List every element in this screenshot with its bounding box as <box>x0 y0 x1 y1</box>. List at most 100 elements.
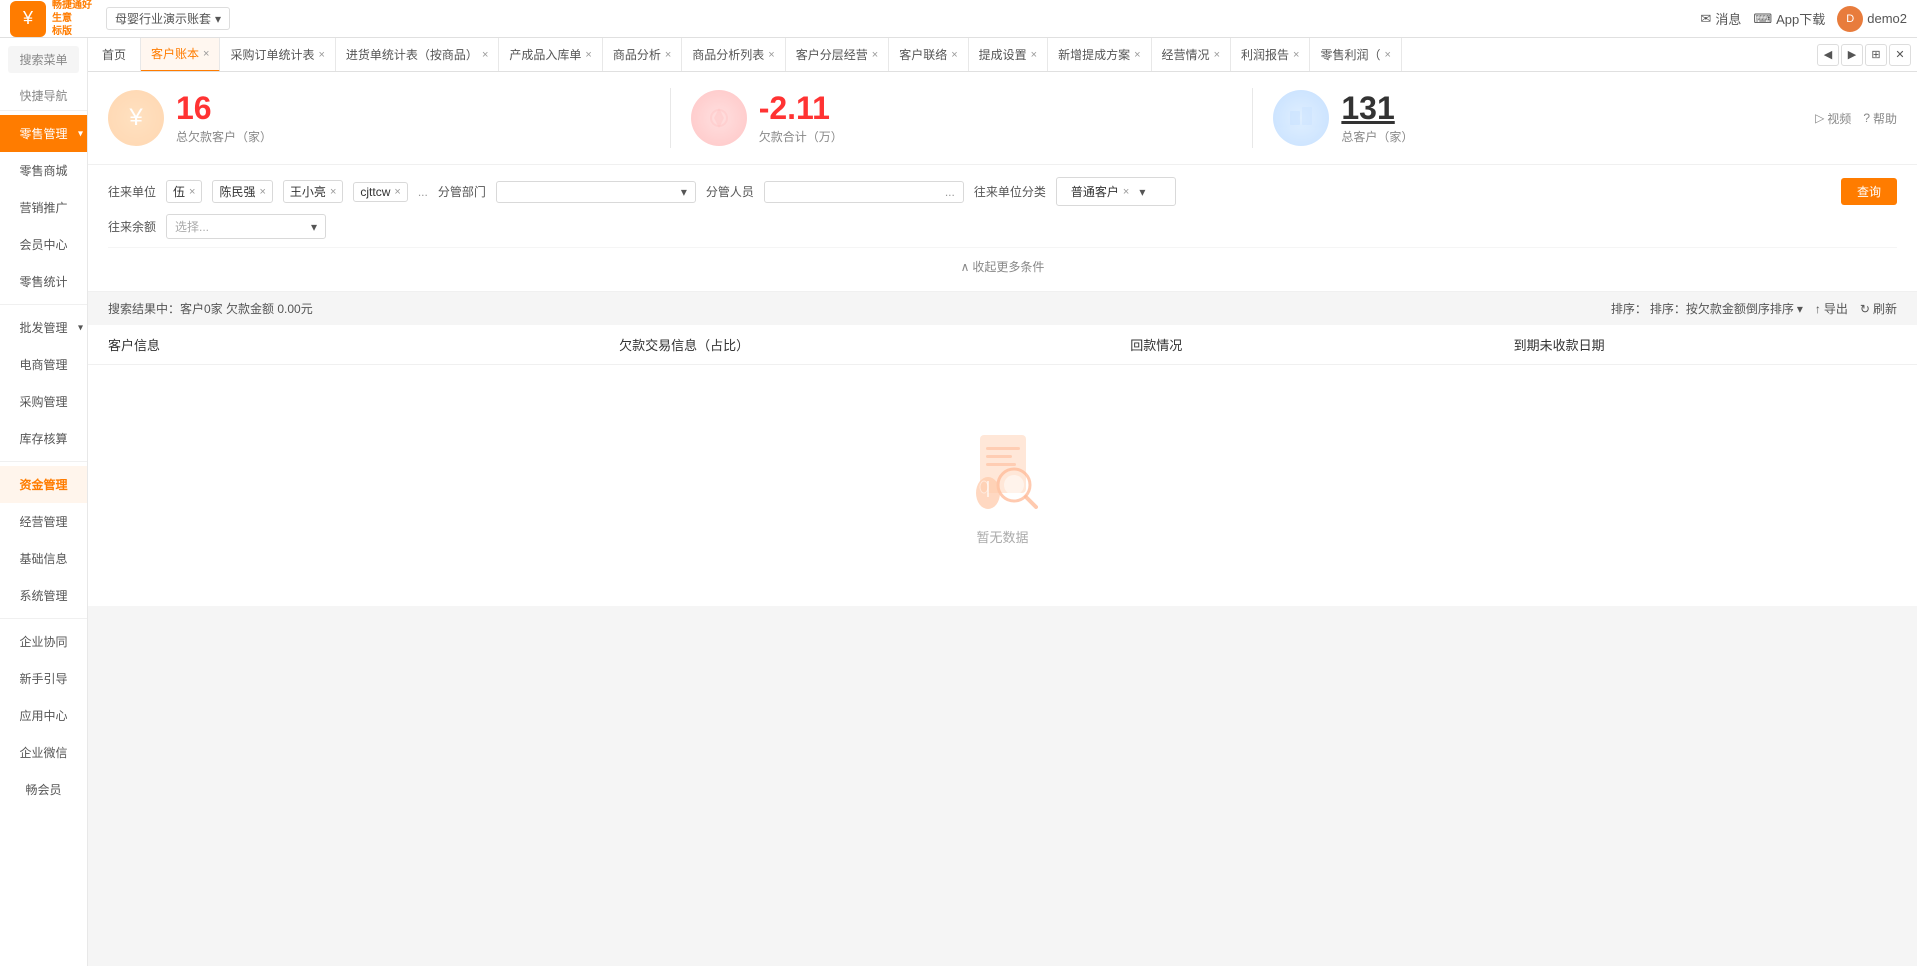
tab-close-product-inbound[interactable]: × <box>585 49 591 61</box>
tab-customer-contact[interactable]: 客户联络 × <box>889 38 968 72</box>
tab-close-product-analysis-list[interactable]: × <box>768 49 774 61</box>
tab-close-ops-situation[interactable]: × <box>1214 49 1220 61</box>
person-more-dots[interactable]: ... <box>945 185 955 199</box>
tab-home[interactable]: 首页 <box>88 38 141 72</box>
tab-scroll-left-button[interactable]: ◀ <box>1817 44 1839 66</box>
refresh-icon: ↻ <box>1860 302 1870 316</box>
sidebar-item-purchase[interactable]: 采购管理 <box>0 383 87 420</box>
tab-close-retail-profit[interactable]: × <box>1384 49 1390 61</box>
person-select[interactable]: ... <box>764 181 964 203</box>
sidebar-item-enterprise-collab[interactable]: 企业协同 <box>0 623 87 660</box>
tab-customer-segment[interactable]: 客户分层经营 × <box>786 38 889 72</box>
sidebar-item-enterprise-wechat[interactable]: 企业微信 <box>0 734 87 771</box>
help-button[interactable]: ? 帮助 <box>1863 110 1897 127</box>
unit-category-label: 往来单位分类 <box>974 183 1046 200</box>
dept-select-arrow: ▾ <box>681 185 687 199</box>
tab-close-all-button[interactable]: ✕ <box>1889 44 1911 66</box>
tab-product-inbound[interactable]: 产成品入库单 × <box>499 38 602 72</box>
message-label: 消息 <box>1715 9 1741 28</box>
unit-tag-chen: 陈民强 × <box>212 180 272 203</box>
logo-icon: ¥ <box>10 1 46 37</box>
collapse-up-icon: ∧ <box>961 260 970 274</box>
search-menu-button[interactable]: 搜索菜单 <box>8 46 79 73</box>
sidebar-item-retail-mall[interactable]: 零售商城 <box>0 152 87 189</box>
dept-select[interactable]: ▾ <box>496 181 696 203</box>
unit-tag-chen-close[interactable]: × <box>259 186 265 198</box>
sidebar-item-ecommerce[interactable]: 电商管理 <box>0 346 87 383</box>
tab-retail-profit[interactable]: 零售利润（ × <box>1310 38 1401 72</box>
message-button[interactable]: ✉ 消息 <box>1700 9 1741 28</box>
tab-improve-settings[interactable]: 提成设置 × <box>969 38 1048 72</box>
sidebar-item-member-center[interactable]: 会员中心 <box>0 226 87 263</box>
tab-product-analysis-list[interactable]: 商品分析列表 × <box>682 38 785 72</box>
quick-nav-button[interactable]: 快捷导航 <box>8 87 79 104</box>
tab-scroll-right-button[interactable]: ▶ <box>1841 44 1863 66</box>
sidebar-item-wholesale-mgmt[interactable]: 批发管理 ▾ <box>0 309 87 346</box>
top-bar: ¥ 畅捷通好生意 标版 母婴行业演示账套 ▾ ✉ 消息 ⌨ App下载 <box>0 0 1917 38</box>
sort-selector[interactable]: 排序： 排序：按欠款金额倒序排序 ▾ <box>1611 300 1803 317</box>
refresh-button[interactable]: ↻ 刷新 <box>1860 300 1897 317</box>
tab-close-customer-account[interactable]: × <box>203 48 209 60</box>
sidebar-item-retail-mgmt[interactable]: 零售管理 ▾ <box>0 115 87 152</box>
expand-arrow-icon: ▾ <box>78 128 83 139</box>
more-tags-button[interactable]: ... <box>418 185 428 199</box>
help-label: 帮助 <box>1873 110 1897 127</box>
tab-close-customer-segment[interactable]: × <box>872 49 878 61</box>
tab-profit-report[interactable]: 利润报告 × <box>1231 38 1310 72</box>
export-icon: ↑ <box>1815 302 1821 316</box>
filter-row-1: 往来单位 伍 × 陈民强 × 王小亮 × <box>108 177 1897 206</box>
sidebar-item-sys-mgmt[interactable]: 系统管理 <box>0 577 87 614</box>
sidebar-item-new-guide[interactable]: 新手引导 <box>0 660 87 697</box>
unit-tag-wu: 伍 × <box>166 180 202 203</box>
collapse-button[interactable]: ∧ 收起更多条件 <box>108 254 1897 279</box>
sidebar-item-inventory[interactable]: 库存核算 <box>0 420 87 457</box>
tab-close-new-improve-plan[interactable]: × <box>1134 49 1140 61</box>
tab-incoming-stats[interactable]: 进货单统计表（按商品） × <box>336 38 499 72</box>
tab-ops-situation[interactable]: 经营情况 × <box>1152 38 1231 72</box>
sidebar-item-app-center[interactable]: 应用中心 <box>0 697 87 734</box>
tab-close-customer-contact[interactable]: × <box>951 49 957 61</box>
table-header: 客户信息 欠款交易信息（占比） 回款情况 到期未收款日期 <box>88 325 1917 365</box>
sidebar-item-retail-stats[interactable]: 零售统计 <box>0 263 87 300</box>
tab-product-analysis[interactable]: 商品分析 × <box>603 38 682 72</box>
stat-divider-1 <box>670 88 671 148</box>
unit-tag-wang-close[interactable]: × <box>330 186 336 198</box>
unit-category-tag-close[interactable]: × <box>1123 186 1129 198</box>
tab-new-improve-plan[interactable]: 新增提成方案 × <box>1048 38 1151 72</box>
store-select-label: 母婴行业演示账套 <box>115 10 211 27</box>
tab-close-purchase-order[interactable]: × <box>318 49 324 61</box>
dropdown-arrow-icon: ▾ <box>215 12 221 26</box>
tab-purchase-order-stats[interactable]: 采购订单统计表 × <box>220 38 335 72</box>
unit-tag-wu-close[interactable]: × <box>189 186 195 198</box>
top-bar-logo: ¥ 畅捷通好生意 标版 <box>10 0 98 38</box>
main-content: ¥ 16 总欠款客户（家） <box>88 72 1917 966</box>
app-download-button[interactable]: ⌨ App下载 <box>1753 9 1825 28</box>
tab-close-profit-report[interactable]: × <box>1293 49 1299 61</box>
sidebar-item-chang-member[interactable]: 畅会员 <box>0 771 87 808</box>
sidebar-item-basic-info[interactable]: 基础信息 <box>0 540 87 577</box>
sidebar-item-ops[interactable]: 经营管理 <box>0 503 87 540</box>
export-button[interactable]: ↑ 导出 <box>1815 300 1848 317</box>
sidebar-item-finance[interactable]: 资金管理 <box>0 466 87 503</box>
tab-close-improve-settings[interactable]: × <box>1031 49 1037 61</box>
credit-total-value: -2.11 <box>759 91 843 126</box>
tab-expand-button[interactable]: ⊞ <box>1865 44 1887 66</box>
table-col-debt-info: 欠款交易信息（占比） <box>619 335 1130 354</box>
query-button[interactable]: 查询 <box>1841 178 1897 205</box>
filter-section: 往来单位 伍 × 陈民强 × 王小亮 × <box>88 165 1917 292</box>
table-col-repayment: 回款情况 <box>1130 335 1513 354</box>
stat-info-credit-customers: 16 总欠款客户（家） <box>176 91 272 145</box>
tab-close-product-analysis[interactable]: × <box>665 49 671 61</box>
unit-category-select[interactable]: 普通客户 × ▾ <box>1056 177 1176 206</box>
store-selector[interactable]: 母婴行业演示账套 ▾ <box>106 7 230 30</box>
video-icon: ▷ <box>1815 111 1824 125</box>
sidebar-item-marketing[interactable]: 营销推广 <box>0 189 87 226</box>
video-help-button[interactable]: ▷ 视频 <box>1815 110 1851 127</box>
tab-customer-account[interactable]: 客户账本 × <box>141 38 220 72</box>
user-account[interactable]: D demo2 <box>1837 6 1907 32</box>
message-icon: ✉ <box>1700 11 1711 27</box>
balance-select[interactable]: 选择... ▾ <box>166 214 326 239</box>
tab-close-incoming[interactable]: × <box>482 49 488 61</box>
mobile-icon: ⌨ <box>1753 11 1772 27</box>
unit-tag-cjttcw-close[interactable]: × <box>394 186 400 198</box>
